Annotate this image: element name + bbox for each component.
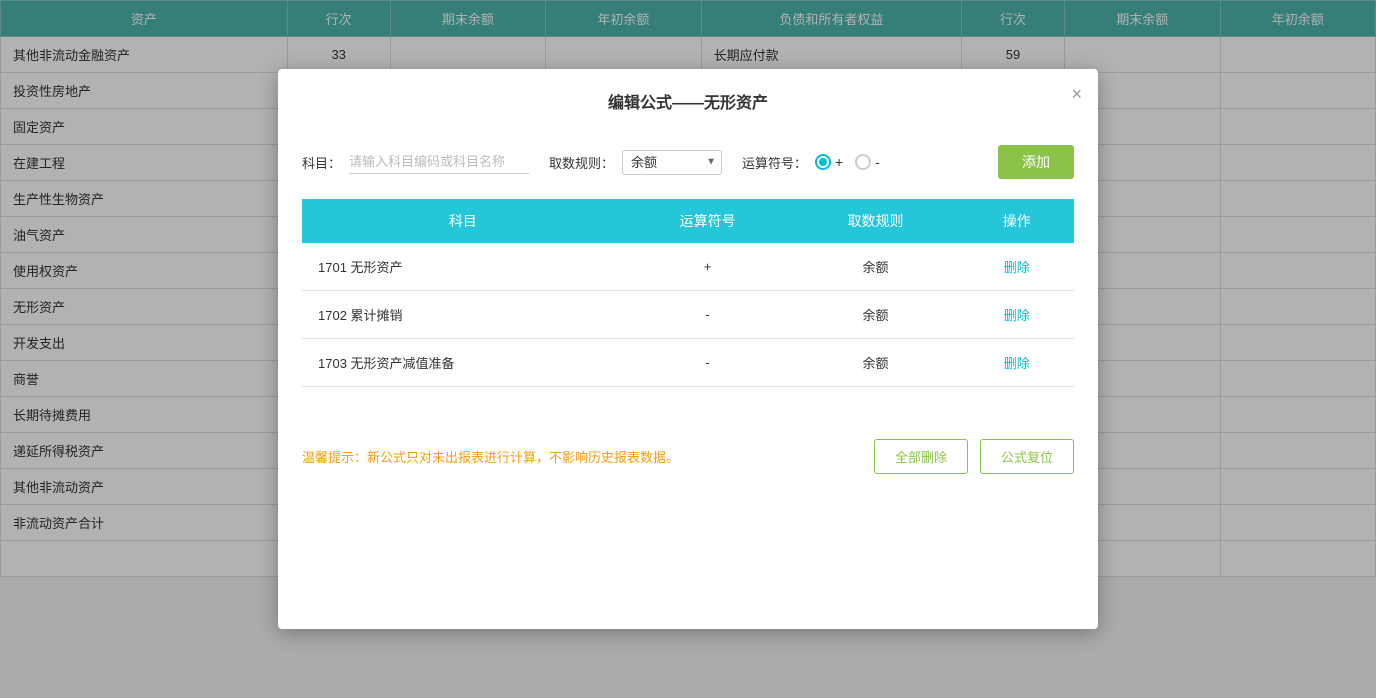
operator-minus-label: - xyxy=(875,154,880,170)
formula-table-body: 1701 无形资产+余额删除1702 累计摊销-余额删除1703 无形资产减值准… xyxy=(302,243,1074,387)
delete-row-button[interactable]: 删除 xyxy=(1004,305,1030,324)
formula-action-cell: 删除 xyxy=(959,291,1074,339)
reset-formula-button[interactable]: 公式复位 xyxy=(980,439,1074,474)
formula-operator-cell: - xyxy=(624,291,792,339)
operator-plus-label: + xyxy=(835,154,843,170)
formula-row: 1703 无形资产减值准备-余额 删除 xyxy=(302,339,1074,387)
radio-plus-circle xyxy=(815,154,831,170)
formula-table-head: 科目运算符号取数规则操作 xyxy=(302,199,1074,243)
subject-input[interactable] xyxy=(349,150,529,174)
delete-row-button[interactable]: 删除 xyxy=(1004,353,1030,372)
operator-group: 运算符号： + - xyxy=(742,153,880,172)
formula-rule-cell: 余额 xyxy=(792,339,960,387)
operator-minus-radio[interactable]: - xyxy=(855,154,880,170)
delete-all-button[interactable]: 全部删除 xyxy=(874,439,968,474)
modal-body: 科目： 取数规则： 余额借方贷方借方发生额贷方发生额 ▼ 运算符号： xyxy=(278,129,1098,423)
operator-plus-radio[interactable]: + xyxy=(815,154,843,170)
formula-subject-cell: 1703 无形资产减值准备 xyxy=(302,339,624,387)
modal-title: 编辑公式——无形资产 xyxy=(608,95,768,112)
operator-label: 运算符号： xyxy=(742,153,807,172)
formula-action-cell: 删除 xyxy=(959,339,1074,387)
formula-operator-cell: + xyxy=(624,243,792,291)
rule-group: 取数规则： 余额借方贷方借方发生额贷方发生额 ▼ xyxy=(549,150,722,175)
formula-th: 取数规则 xyxy=(792,199,960,243)
modal-footer: 温馨提示：新公式只对未出报表进行计算，不影响历史报表数据。 全部删除 公式复位 xyxy=(278,423,1098,494)
formula-th: 运算符号 xyxy=(624,199,792,243)
footer-buttons: 全部删除 公式复位 xyxy=(874,439,1074,474)
radio-minus-circle xyxy=(855,154,871,170)
rule-select[interactable]: 余额借方贷方借方发生额贷方发生额 xyxy=(622,150,722,175)
subject-label: 科目： xyxy=(302,153,341,172)
modal-overlay: 编辑公式——无形资产 × 科目： 取数规则： 余额借方贷方借方发生额贷方发生额 … xyxy=(0,0,1376,698)
add-button[interactable]: 添加 xyxy=(998,145,1074,179)
formula-th: 操作 xyxy=(959,199,1074,243)
formula-row: 1702 累计摊销-余额 删除 xyxy=(302,291,1074,339)
formula-rule-cell: 余额 xyxy=(792,243,960,291)
rule-select-wrapper: 余额借方贷方借方发生额贷方发生额 ▼ xyxy=(622,150,722,175)
edit-formula-modal: 编辑公式——无形资产 × 科目： 取数规则： 余额借方贷方借方发生额贷方发生额 … xyxy=(278,69,1098,629)
operator-radio-group: + - xyxy=(815,154,880,170)
rule-label: 取数规则： xyxy=(549,153,614,172)
formula-subject-cell: 1701 无形资产 xyxy=(302,243,624,291)
formula-subject-cell: 1702 累计摊销 xyxy=(302,291,624,339)
formula-row: 1701 无形资产+余额 删除 xyxy=(302,243,1074,291)
formula-action-cell: 删除 xyxy=(959,243,1074,291)
formula-operator-cell: - xyxy=(624,339,792,387)
modal-header: 编辑公式——无形资产 × xyxy=(278,69,1098,129)
close-button[interactable]: × xyxy=(1071,85,1082,103)
subject-group: 科目： xyxy=(302,150,529,174)
footer-tip: 温馨提示：新公式只对未出报表进行计算，不影响历史报表数据。 xyxy=(302,447,679,466)
formula-th: 科目 xyxy=(302,199,624,243)
form-row: 科目： 取数规则： 余额借方贷方借方发生额贷方发生额 ▼ 运算符号： xyxy=(302,145,1074,179)
formula-rule-cell: 余额 xyxy=(792,291,960,339)
delete-row-button[interactable]: 删除 xyxy=(1004,257,1030,276)
formula-table-header-row: 科目运算符号取数规则操作 xyxy=(302,199,1074,243)
formula-table: 科目运算符号取数规则操作 1701 无形资产+余额删除1702 累计摊销-余额删… xyxy=(302,199,1074,387)
